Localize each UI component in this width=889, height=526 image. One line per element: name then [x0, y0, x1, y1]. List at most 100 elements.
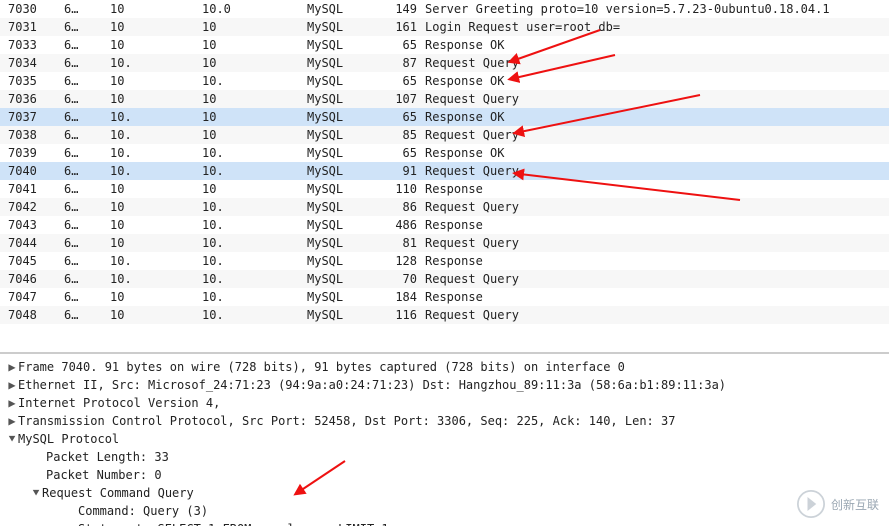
tree-node-mysql[interactable]: ⯆ MySQL Protocol [6, 430, 883, 448]
packet-cell: 7033 [0, 36, 64, 54]
packet-row[interactable]: 70476…1010.MySQL184Response [0, 288, 889, 306]
tree-node-ip[interactable]: ▶ Internet Protocol Version 4, [6, 394, 883, 412]
packet-cell: 6… [64, 36, 110, 54]
packet-cell: 10 [110, 0, 202, 18]
packet-cell: MySQL [307, 234, 377, 252]
packet-cell: 6… [64, 54, 110, 72]
packet-cell: 7037 [0, 108, 64, 126]
tree-node-request-command-query[interactable]: ⯆ Request Command Query [6, 484, 883, 502]
packet-cell: 10 [110, 180, 202, 198]
packet-cell: 161 [377, 18, 425, 36]
packet-cell: 7031 [0, 18, 64, 36]
packet-cell: 10 [110, 72, 202, 90]
tree-node-ethernet[interactable]: ▶ Ethernet II, Src: Microsof_24:71:23 (9… [6, 376, 883, 394]
chevron-right-icon[interactable]: ▶ [6, 412, 18, 430]
tree-node-tcp[interactable]: ▶ Transmission Control Protocol, Src Por… [6, 412, 883, 430]
packet-row[interactable]: 70446…1010.MySQL81Request Query [0, 234, 889, 252]
packet-cell: Request Query [425, 306, 889, 324]
packet-cell: 10. [110, 162, 202, 180]
packet-cell: 486 [377, 216, 425, 234]
packet-list[interactable]: 70306…1010.0MySQL149Server Greeting prot… [0, 0, 889, 352]
packet-cell: 10. [202, 198, 307, 216]
tree-node-frame[interactable]: ▶ Frame 7040. 91 bytes on wire (728 bits… [6, 358, 883, 376]
packet-cell: 86 [377, 198, 425, 216]
packet-cell: MySQL [307, 108, 377, 126]
packet-cell: 6… [64, 126, 110, 144]
packet-cell: 10. [202, 234, 307, 252]
packet-row[interactable]: 70486…1010.MySQL116Request Query [0, 306, 889, 324]
packet-cell: MySQL [307, 288, 377, 306]
chevron-down-icon[interactable]: ⯆ [6, 430, 18, 448]
packet-cell: 10. [202, 216, 307, 234]
packet-cell: MySQL [307, 270, 377, 288]
packet-cell: 7035 [0, 72, 64, 90]
packet-cell: 10.0 [202, 0, 307, 18]
packet-cell: MySQL [307, 72, 377, 90]
chevron-right-icon[interactable]: ▶ [6, 358, 18, 376]
packet-cell: 10 [202, 18, 307, 36]
packet-cell: MySQL [307, 306, 377, 324]
chevron-right-icon[interactable]: ▶ [6, 394, 18, 412]
packet-row[interactable]: 70306…1010.0MySQL149Server Greeting prot… [0, 0, 889, 18]
packet-cell: 7036 [0, 90, 64, 108]
watermark: 创新互联 [797, 490, 879, 518]
packet-cell: 10. [110, 126, 202, 144]
packet-cell: 10. [110, 252, 202, 270]
packet-cell: 10 [202, 180, 307, 198]
packet-cell: 149 [377, 0, 425, 18]
packet-cell: 10. [202, 306, 307, 324]
packet-row[interactable]: 70416…1010MySQL110Response [0, 180, 889, 198]
packet-cell: Server Greeting proto=10 version=5.7.23-… [425, 0, 889, 18]
packet-cell: 10. [202, 288, 307, 306]
packet-cell: Response OK [425, 108, 889, 126]
packet-cell: 7045 [0, 252, 64, 270]
packet-cell: 128 [377, 252, 425, 270]
packet-cell: MySQL [307, 252, 377, 270]
packet-cell: 91 [377, 162, 425, 180]
packet-row[interactable]: 70336…1010MySQL65Response OK [0, 36, 889, 54]
packet-cell: 65 [377, 144, 425, 162]
packet-row[interactable]: 70346…10.10MySQL87Request Query [0, 54, 889, 72]
ip-summary: Internet Protocol Version 4, [18, 394, 220, 412]
packet-row[interactable]: 70466…10.10.MySQL70Request Query [0, 270, 889, 288]
packet-cell: MySQL [307, 180, 377, 198]
packet-cell: Request Query [425, 54, 889, 72]
packet-cell: 65 [377, 36, 425, 54]
packet-cell: Response [425, 252, 889, 270]
packet-cell: 6… [64, 216, 110, 234]
packet-row[interactable]: 70436…1010.MySQL486Response [0, 216, 889, 234]
packet-row[interactable]: 70426…1010.MySQL86Request Query [0, 198, 889, 216]
packet-cell: 6… [64, 0, 110, 18]
packet-cell: 7048 [0, 306, 64, 324]
packet-cell: 10. [110, 54, 202, 72]
mysql-packet-number: Packet Number: 0 [6, 466, 883, 484]
packet-cell: 10 [110, 234, 202, 252]
chevron-right-icon[interactable]: ▶ [6, 376, 18, 394]
request-command-query-label: Request Command Query [42, 484, 194, 502]
packet-row[interactable]: 70386…10.10MySQL85Request Query [0, 126, 889, 144]
packet-row[interactable]: 70366…1010MySQL107Request Query [0, 90, 889, 108]
packet-cell: 10. [202, 144, 307, 162]
packet-cell: Response [425, 180, 889, 198]
packet-cell: 10 [110, 288, 202, 306]
packet-row[interactable]: 70456…10.10.MySQL128Response [0, 252, 889, 270]
chevron-down-icon[interactable]: ⯆ [30, 484, 42, 502]
packet-cell: MySQL [307, 198, 377, 216]
packet-cell: 107 [377, 90, 425, 108]
packet-cell: Response [425, 288, 889, 306]
mysql-packet-length: Packet Length: 33 [6, 448, 883, 466]
packet-cell: 7041 [0, 180, 64, 198]
packet-cell: 10 [202, 54, 307, 72]
packet-cell: 6… [64, 198, 110, 216]
packet-row[interactable]: 70406…10.10.MySQL91Request Query [0, 162, 889, 180]
packet-row[interactable]: 70376…10.10MySQL65Response OK [0, 108, 889, 126]
packet-cell: 6… [64, 18, 110, 36]
packet-cell: 10 [110, 216, 202, 234]
packet-cell: Response OK [425, 36, 889, 54]
packet-cell: MySQL [307, 162, 377, 180]
packet-cell: 6… [64, 234, 110, 252]
packet-cell: 10 [110, 306, 202, 324]
packet-row[interactable]: 70316…1010MySQL161Login Request user=roo… [0, 18, 889, 36]
packet-row[interactable]: 70396…10.10.MySQL65Response OK [0, 144, 889, 162]
packet-row[interactable]: 70356…1010.MySQL65Response OK [0, 72, 889, 90]
